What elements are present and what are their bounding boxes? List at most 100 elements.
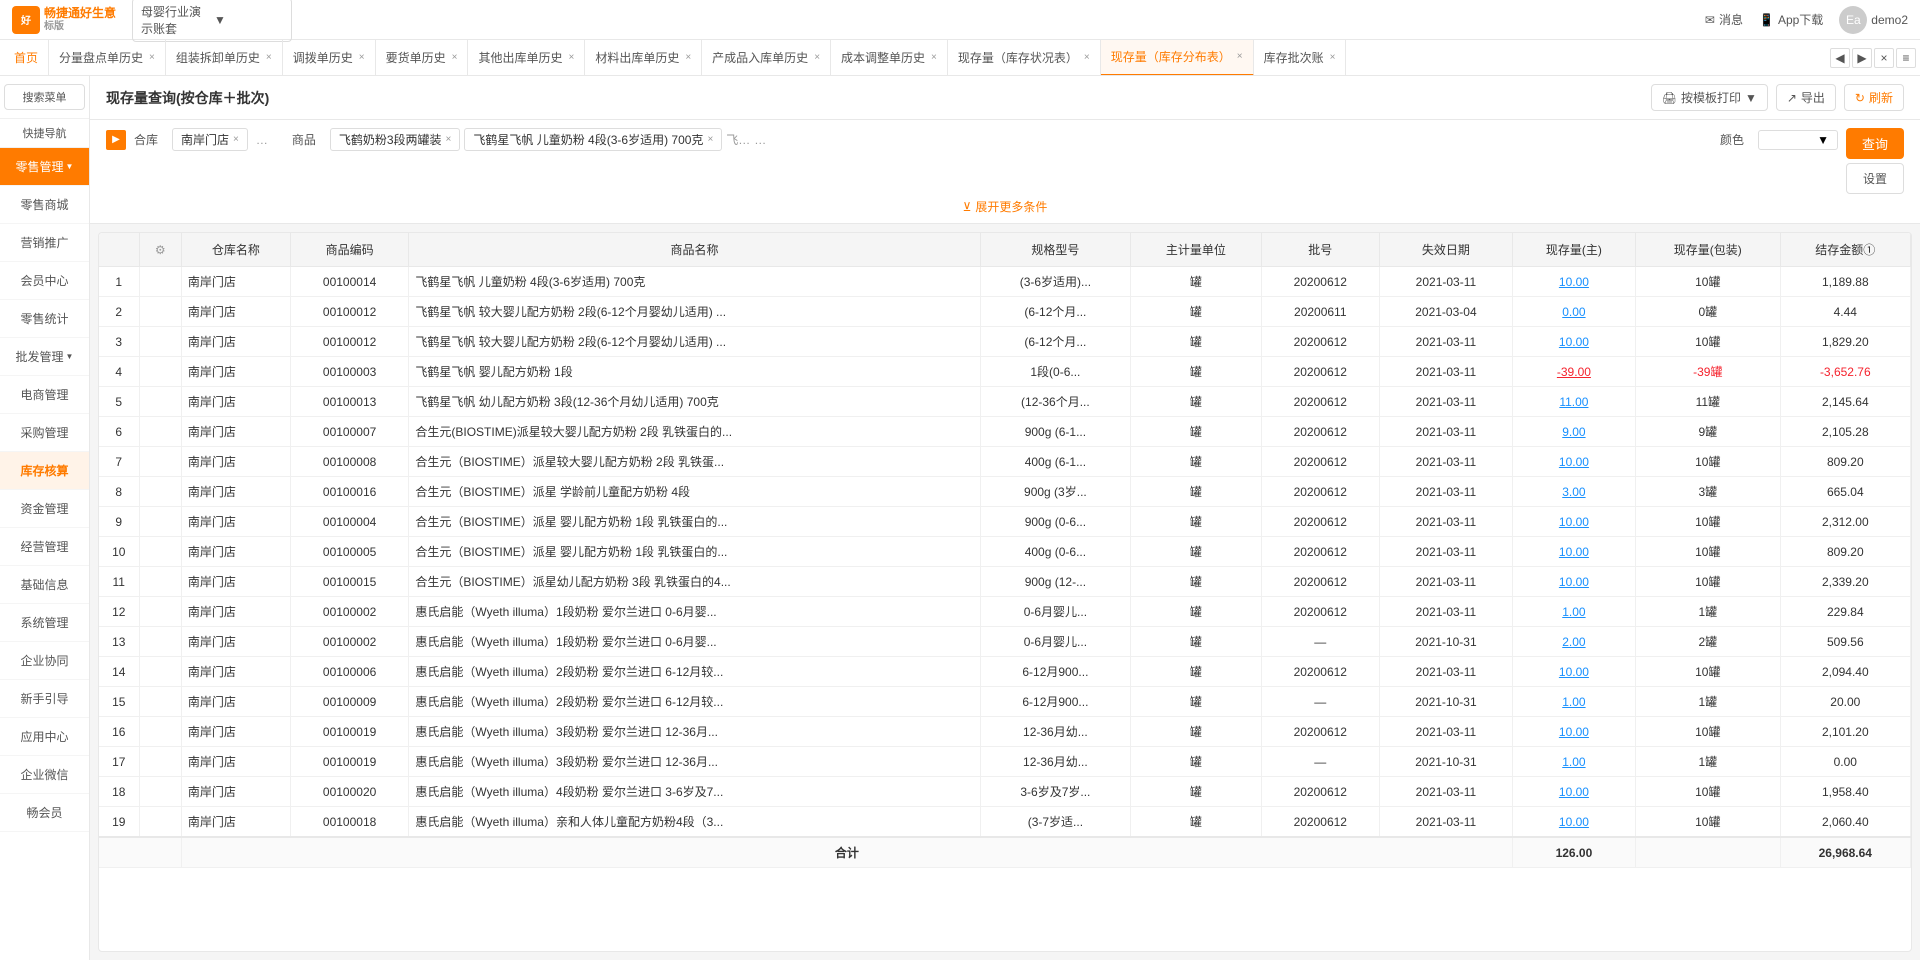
cell-product-name: 合生元（BIOSTIME）派星 婴儿配方奶粉 1段 乳铁蛋白的... (409, 507, 980, 537)
sidebar-item-wholesale-mgmt[interactable]: 批发管理 ▼ (0, 338, 89, 376)
sidebar-item-ops-mgmt[interactable]: 经营管理 (0, 528, 89, 566)
cell-stock-main[interactable]: 10.00 (1512, 777, 1635, 807)
cell-stock-main[interactable]: 10.00 (1512, 537, 1635, 567)
cell-stock-main[interactable]: 10.00 (1512, 327, 1635, 357)
cell-stock-main[interactable]: 1.00 (1512, 747, 1635, 777)
cell-stock-main[interactable]: 1.00 (1512, 597, 1635, 627)
close-icon[interactable]: × (452, 52, 458, 63)
tab-product-in[interactable]: 产成品入库单历史 × (702, 40, 831, 76)
sidebar-item-basic-info[interactable]: 基础信息 (0, 566, 89, 604)
product-filter-more[interactable]: … (754, 133, 766, 147)
sidebar-item-retail-shop[interactable]: 零售商城 (0, 186, 89, 224)
cell-stock-main[interactable]: -39.00 (1512, 357, 1635, 387)
message-item[interactable]: ✉ 消息 (1705, 11, 1743, 28)
tab-stock-status[interactable]: 现存量（库存状况表） × (948, 40, 1101, 76)
cell-stock-main[interactable]: 10.00 (1512, 267, 1635, 297)
close-icon[interactable]: × (1330, 52, 1336, 63)
tab-other-out[interactable]: 其他出库单历史 × (468, 40, 585, 76)
close-icon[interactable]: × (568, 52, 574, 63)
cell-stock-main[interactable]: 11.00 (1512, 387, 1635, 417)
tab-disassemble[interactable]: 组装拆卸单历史 × (166, 40, 283, 76)
cell-stock-main[interactable]: 10.00 (1512, 447, 1635, 477)
cell-stock-main[interactable]: 3.00 (1512, 477, 1635, 507)
cell-warehouse: 南岸门店 (181, 597, 290, 627)
refresh-button[interactable]: ↻ 刷新 (1844, 84, 1904, 111)
settings-icon[interactable]: ⚙ (155, 243, 166, 257)
sidebar-item-enterprise-collab[interactable]: 企业协同 (0, 642, 89, 680)
user-item[interactable]: Ea demo2 (1839, 6, 1908, 34)
cell-stock-main[interactable]: 10.00 (1512, 567, 1635, 597)
remove-product-1-icon[interactable]: × (446, 134, 452, 145)
sidebar-item-enterprise-wechat[interactable]: 企业微信 (0, 756, 89, 794)
sidebar-item-member-center[interactable]: 会员中心 (0, 262, 89, 300)
tab-batch-voucher[interactable]: 库存批次账 × (1254, 40, 1347, 76)
tab-need-goods[interactable]: 要货单历史 × (376, 40, 469, 76)
close-icon[interactable]: × (1084, 52, 1090, 63)
tab-split-inventory[interactable]: 分量盘点单历史 × (49, 40, 166, 76)
sidebar-item-purchase-mgmt[interactable]: 采购管理 (0, 414, 89, 452)
cell-stock-main[interactable]: 2.00 (1512, 627, 1635, 657)
tab-stock-dist[interactable]: 现存量（库存分布表） × (1101, 40, 1254, 76)
settings-button[interactable]: 设置 (1846, 163, 1904, 194)
filter-more[interactable]: … (256, 133, 268, 147)
sidebar-item-app-center[interactable]: 应用中心 (0, 718, 89, 756)
export-button[interactable]: ↗ 导出 (1776, 84, 1836, 111)
cell-stock-main[interactable]: 10.00 (1512, 717, 1635, 747)
col-header-settings[interactable]: ⚙ (139, 233, 181, 267)
filter-expand-button[interactable]: ▶ (106, 130, 126, 150)
cell-stock-main[interactable]: 10.00 (1512, 657, 1635, 687)
cell-spec: 1段(0-6... (980, 357, 1131, 387)
cell-product-code: 00100012 (290, 297, 409, 327)
sidebar-quick-nav[interactable]: 快捷导航 (0, 119, 89, 148)
nav-close-arrow[interactable]: × (1874, 48, 1894, 68)
close-icon[interactable]: × (266, 52, 272, 63)
nav-prev-arrow[interactable]: ◀ (1830, 48, 1850, 68)
cell-stock-main[interactable]: 0.00 (1512, 297, 1635, 327)
query-button[interactable]: 查询 (1846, 128, 1904, 159)
sidebar-item-member-vip[interactable]: 畅会员 (0, 794, 89, 832)
warehouse-tag[interactable]: 南岸门店 × (172, 128, 248, 151)
cell-stock-main[interactable]: 10.00 (1512, 507, 1635, 537)
close-icon[interactable]: × (149, 52, 155, 63)
sidebar-item-ecommerce-mgmt[interactable]: 电商管理 (0, 376, 89, 414)
cell-stock-main[interactable]: 10.00 (1512, 807, 1635, 838)
tab-mix[interactable]: 调拨单历史 × (283, 40, 376, 76)
cell-warehouse: 南岸门店 (181, 447, 290, 477)
tab-cost-adjust[interactable]: 成本调整单历史 × (831, 40, 948, 76)
color-select[interactable]: ▼ (1758, 130, 1838, 150)
close-icon[interactable]: × (931, 52, 937, 63)
tab-material-out[interactable]: 材料出库单历史 × (585, 40, 702, 76)
close-icon[interactable]: × (1237, 51, 1243, 62)
close-icon[interactable]: × (359, 52, 365, 63)
cell-stock-main[interactable]: 1.00 (1512, 687, 1635, 717)
cell-balance: 509.56 (1780, 627, 1910, 657)
sidebar-item-inventory-check[interactable]: 库存核算 (0, 452, 89, 490)
cell-unit: 罐 (1131, 297, 1261, 327)
product-more[interactable]: 飞… (726, 131, 750, 148)
expand-more[interactable]: ⊻ 展开更多条件 (106, 198, 1904, 215)
cell-settings (139, 417, 181, 447)
sidebar-item-new-guide[interactable]: 新手引导 (0, 680, 89, 718)
sidebar-item-retail-mgmt[interactable]: 零售管理 ▼ (0, 148, 89, 186)
tab-home[interactable]: 首页 (4, 40, 49, 76)
search-menu-button[interactable]: 搜索菜单 (4, 84, 85, 110)
nav-menu-arrow[interactable]: ≡ (1896, 48, 1916, 68)
cell-stock-pkg: -39罐 (1636, 357, 1781, 387)
product-tag-2[interactable]: 飞鹤星飞帆 儿童奶粉 4段(3-6岁适用) 700克 × (464, 128, 722, 151)
close-icon[interactable]: × (685, 52, 691, 63)
close-icon[interactable]: × (814, 52, 820, 63)
cell-unit: 罐 (1131, 567, 1261, 597)
cell-stock-main[interactable]: 9.00 (1512, 417, 1635, 447)
sidebar-item-marketing[interactable]: 营销推广 (0, 224, 89, 262)
app-download-item[interactable]: 📱 App下载 (1759, 11, 1823, 28)
product-tag-1[interactable]: 飞鹤奶粉3段两罐装 × (330, 128, 461, 151)
remove-warehouse-icon[interactable]: × (233, 134, 239, 145)
sidebar-item-system-mgmt[interactable]: 系统管理 (0, 604, 89, 642)
sidebar-item-finance-mgmt[interactable]: 资金管理 (0, 490, 89, 528)
sidebar-item-retail-stats[interactable]: 零售统计 (0, 300, 89, 338)
print-button[interactable]: 🖨 按模板打印 ▼ (1651, 84, 1768, 111)
remove-product-2-icon[interactable]: × (707, 134, 713, 145)
nav-next-arrow[interactable]: ▶ (1852, 48, 1872, 68)
col-header-unit: 主计量单位 (1131, 233, 1261, 267)
industry-selector[interactable]: 母婴行业演示账套 ▼ (132, 0, 292, 42)
